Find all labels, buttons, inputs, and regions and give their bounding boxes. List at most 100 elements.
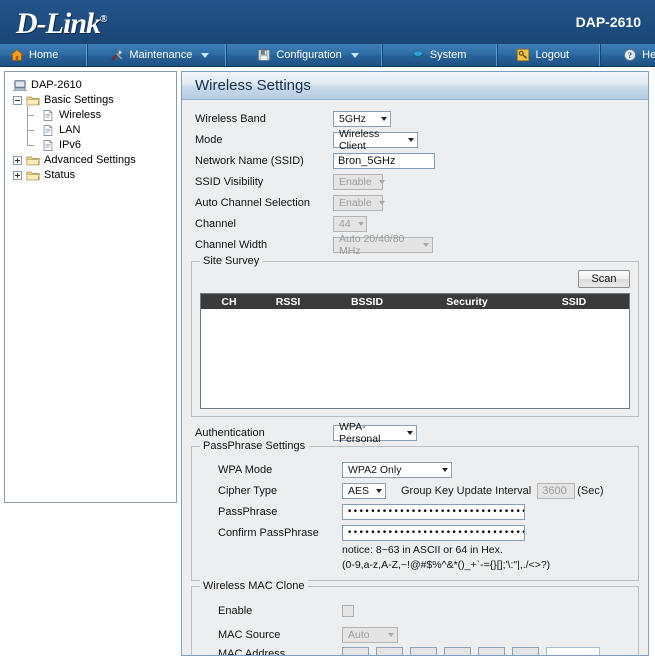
field-row-wireless-band: Wireless Band 5GHz (191, 108, 639, 129)
field-row-passphrase: PassPhrase •••••••••••••••••••••••••••••… (200, 501, 630, 522)
passphrase-legend: PassPhrase Settings (200, 440, 310, 452)
site-survey-section: Site Survey Scan CH RSSI BSSID Security … (191, 255, 639, 417)
label-auto-channel: Auto Channel Selection (195, 196, 310, 209)
tree-item-ipv6[interactable]: IPv6 (11, 136, 172, 153)
tree-item-lan[interactable]: LAN (11, 121, 172, 138)
authentication-select[interactable]: WPA-Personal (333, 421, 417, 445)
nav-item-configuration[interactable]: Configuration (226, 44, 382, 66)
ssid-visibility-select[interactable]: Enable (333, 173, 385, 190)
mac-clone-enable-checkbox[interactable] (342, 605, 354, 617)
nav-label: System (429, 49, 467, 61)
field-row-mode: Mode Wireless Client (191, 128, 639, 152)
column-header-bssid: BSSID (350, 295, 384, 308)
label-passphrase: PassPhrase (218, 505, 278, 518)
tree-label: Advanced Settings (44, 154, 136, 166)
nav-label: Maintenance (129, 49, 193, 61)
tree-item-status[interactable]: Status (11, 168, 172, 183)
tree-toggle-plus-icon[interactable] (13, 156, 22, 165)
ssid-input[interactable]: Bron_5GHz (333, 152, 435, 169)
sidebar: DAP-2610 Basic Settings Wireless LAN IPv… (0, 67, 181, 656)
group-key-interval-input[interactable]: 3600 (537, 482, 576, 499)
nav-item-maintenance[interactable]: Maintenance (87, 44, 227, 66)
mac-clone-legend: Wireless MAC Clone (200, 580, 309, 592)
label-wpa-mode: WPA Mode (218, 463, 273, 476)
nav-label: Help (642, 49, 655, 61)
chevron-down-icon (407, 430, 413, 435)
auto-channel-select[interactable]: Enable (333, 194, 385, 211)
column-header-ch: CH (221, 295, 237, 308)
selected-value: Wireless Client (339, 127, 380, 152)
label-confirm-passphrase: Confirm PassPhrase (218, 526, 319, 539)
dlink-logo: D-Link® (16, 7, 108, 40)
field-row-auto-channel: Auto Channel Selection Enable (191, 192, 639, 213)
selected-value: WPA2 Only (348, 463, 402, 476)
mac-octet-4[interactable] (444, 646, 471, 655)
chevron-down-icon (378, 200, 385, 205)
nav-item-logout[interactable]: Logout (497, 44, 601, 66)
nav-item-help[interactable]: ? Help (600, 44, 655, 66)
mac-octet-3[interactable] (410, 646, 437, 655)
table-header-row: CH RSSI BSSID Security SSID (201, 294, 629, 309)
tree-label: Wireless (59, 109, 102, 121)
settings-panel: Wireless Settings Wireless Band 5GHz Mod… (181, 71, 649, 656)
passphrase-input[interactable]: ••••••••••••••••••••••••••••••••••••••• (342, 503, 525, 520)
app-header: D-Link® DAP-2610 (0, 0, 655, 44)
navigation-tree: DAP-2610 Basic Settings Wireless LAN IPv… (4, 71, 177, 503)
mac-octet-1[interactable] (342, 646, 369, 655)
channel-select[interactable]: 44 (333, 215, 367, 232)
selected-value: 5GHz (339, 112, 366, 125)
confirm-passphrase-input[interactable]: ••••••••••••••••••••••••••••••••••••••• (342, 524, 525, 541)
mode-select[interactable]: Wireless Client (333, 128, 418, 152)
folder-icon (26, 96, 40, 106)
field-row-cipher-type: Cipher Type AES Group Key Update Interva… (200, 480, 630, 501)
selected-value: AES (348, 484, 370, 497)
mac-octet-2[interactable] (376, 646, 403, 655)
page-icon (43, 139, 53, 151)
mac-octet-6[interactable] (512, 646, 539, 655)
chevron-down-icon (423, 242, 429, 247)
trademark-symbol: ® (100, 14, 108, 25)
tree-label: Basic Settings (44, 94, 114, 106)
passphrase-notice-line2: (0-9,a-z,A-Z,~!@#$%^&*()_+`-={}[];'\:"|,… (342, 559, 551, 571)
tree-label: IPv6 (59, 139, 82, 151)
page-icon (43, 109, 53, 121)
label-mac-address: MAC Address (218, 648, 286, 655)
channel-width-select[interactable]: Auto 20/40/80 MHz (333, 233, 433, 257)
wireless-band-select[interactable]: 5GHz (333, 110, 391, 127)
nav-label: Configuration (276, 49, 342, 61)
label-ssid-visibility: SSID Visibility (195, 175, 264, 188)
chevron-down-icon (376, 488, 383, 493)
folder-icon (26, 171, 40, 181)
scan-button[interactable]: Scan (578, 270, 630, 288)
mac-source-select[interactable]: Auto (342, 626, 398, 643)
field-row-ssid-visibility: SSID Visibility Enable (191, 171, 639, 192)
wpa-mode-select[interactable]: WPA2 Only (342, 461, 452, 478)
mac-clone-action-button[interactable] (546, 646, 600, 655)
tree-label: LAN (59, 124, 81, 136)
tree-toggle-plus-icon[interactable] (13, 171, 22, 180)
main-navigation: Home Maintenance Configuration System Lo… (0, 44, 655, 67)
field-row-confirm-passphrase: Confirm PassPhrase •••••••••••••••••••••… (200, 522, 630, 543)
field-row-wpa-mode: WPA Mode WPA2 Only (200, 459, 630, 480)
page-icon (43, 124, 53, 136)
help-icon: ? (624, 48, 637, 62)
tree-item-wireless[interactable]: Wireless (11, 106, 172, 123)
svg-text:?: ? (628, 51, 632, 60)
main-content: Wireless Settings Wireless Band 5GHz Mod… (181, 67, 655, 656)
label-authentication: Authentication (195, 426, 265, 439)
selected-value: WPA-Personal (339, 420, 381, 445)
tree-toggle-minus-icon[interactable] (13, 96, 22, 105)
mac-octet-5[interactable] (478, 646, 505, 655)
selected-value: Auto 20/40/80 MHz (339, 232, 405, 257)
chevron-down-icon (350, 52, 359, 58)
label-channel-width: Channel Width (195, 238, 268, 251)
device-icon (13, 80, 27, 91)
nav-item-system[interactable]: System (381, 44, 498, 66)
scan-row: Scan (200, 270, 630, 288)
nav-item-home[interactable]: Home (0, 44, 88, 66)
tree-item-advanced-settings[interactable]: Advanced Settings (11, 153, 172, 168)
tree-item-device[interactable]: DAP-2610 (11, 78, 172, 93)
cipher-type-select[interactable]: AES (342, 482, 386, 499)
chevron-down-icon (442, 467, 448, 472)
tree-item-basic-settings[interactable]: Basic Settings (11, 93, 172, 108)
